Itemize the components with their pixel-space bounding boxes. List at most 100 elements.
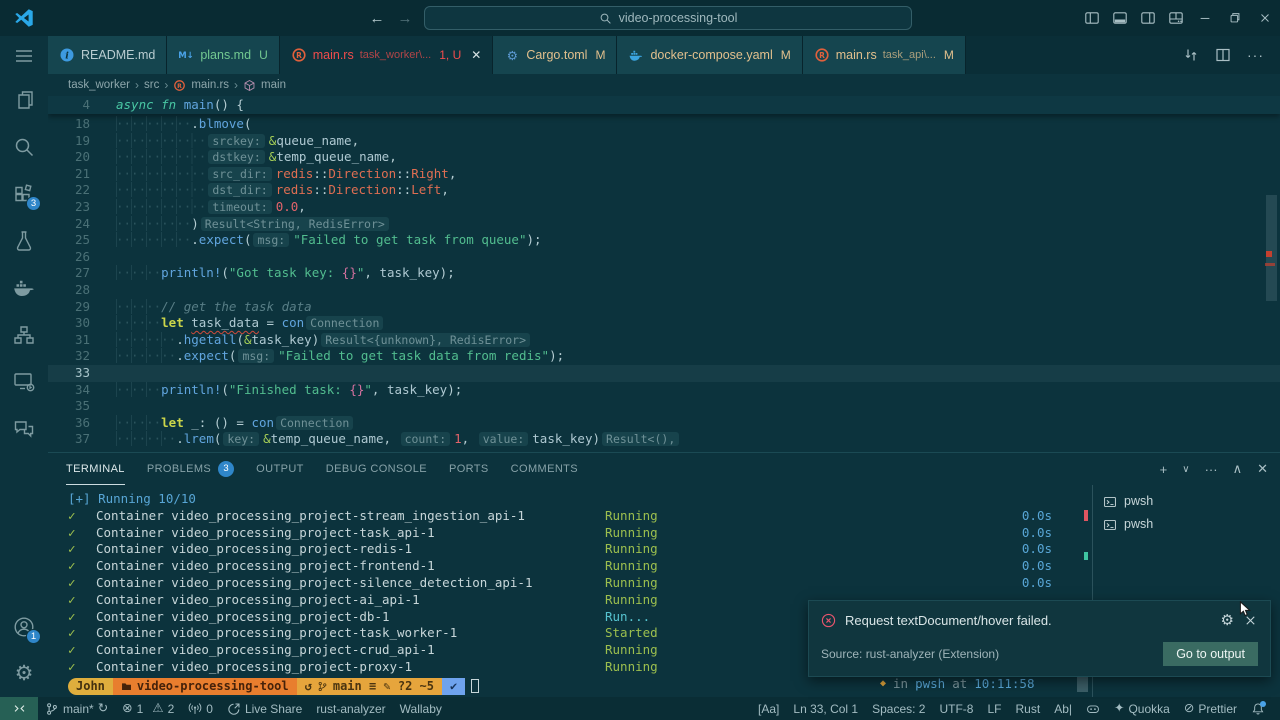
code-token: : () =	[198, 414, 252, 430]
statusbar-indentation[interactable]: Spaces: 2	[865, 697, 932, 720]
panel-more-icon[interactable]: ···	[1205, 462, 1218, 477]
line-content: ··········) Result<String, RedisError>	[104, 215, 393, 233]
toggle-secondary-sidebar-icon[interactable]	[1134, 0, 1162, 36]
activity-menu[interactable]	[0, 36, 48, 76]
notification-settings-gear-icon[interactable]: ⚙	[1221, 611, 1234, 629]
activity-search-act[interactable]	[0, 123, 48, 170]
minimize-button[interactable]	[1190, 0, 1220, 36]
activity-files[interactable]	[0, 76, 48, 123]
customize-layout-icon[interactable]	[1162, 0, 1190, 36]
activity-hierarchy[interactable]	[0, 311, 48, 358]
statusbar-problems[interactable]: ⊗ 1 ⚠ 2	[115, 697, 181, 720]
panel-close-icon[interactable]: ✕	[1257, 461, 1268, 477]
terminal-dropdown-icon[interactable]: ∨	[1182, 464, 1189, 475]
code-line-35: 35	[48, 398, 1280, 415]
breadcrumb-item-main.rs[interactable]: main.rs	[191, 79, 229, 91]
more-actions-icon[interactable]: ···	[1247, 47, 1264, 63]
container-name: Container video_processing_project-crud_…	[96, 642, 435, 658]
statusbar-rust-analyzer[interactable]: rust-analyzer	[309, 697, 392, 720]
open-changes-icon[interactable]	[1183, 47, 1199, 63]
panel-tab-problems[interactable]: PROBLEMS 3	[147, 453, 235, 485]
code-token: println!	[161, 265, 222, 281]
activity-docker[interactable]	[0, 264, 48, 311]
activity-flask[interactable]	[0, 217, 48, 264]
statusbar-encoding[interactable]: UTF-8	[932, 697, 980, 720]
breadcrumb-item-main[interactable]: main	[261, 79, 286, 91]
activity-comments[interactable]	[0, 405, 48, 452]
new-terminal-icon[interactable]: +	[1160, 462, 1168, 477]
statusbar-eol[interactable]: LF	[980, 697, 1008, 720]
line-number: 4	[82, 96, 90, 112]
inlay-hint: Connection	[276, 415, 354, 430]
toggle-sidebar-icon[interactable]	[1078, 0, 1106, 36]
statusbar-live-share[interactable]: Live Share	[220, 697, 309, 720]
breadcrumb-item-src[interactable]: src	[144, 79, 159, 91]
code-line-32: 32 ········.expect(msg: "Failed to get tas…	[48, 348, 1280, 365]
statusbar-word-wrap[interactable]: Ab|	[1047, 697, 1079, 720]
code-token: .	[176, 331, 184, 347]
terminal-container-row: ✓ Container video_processing_project-fron…	[68, 558, 1092, 575]
toggle-panel-icon[interactable]	[1106, 0, 1134, 36]
panel-tab-output[interactable]: OUTPUT	[256, 453, 304, 485]
activity-remote-explorer[interactable]	[0, 358, 48, 405]
statusbar-notifications-bell[interactable]	[1244, 697, 1272, 720]
statusbar-wallaby[interactable]: Wallaby	[393, 697, 449, 720]
line-number: 33	[74, 364, 90, 380]
split-editor-icon[interactable]	[1215, 47, 1231, 63]
editor-scrollbar[interactable]	[1266, 195, 1277, 301]
statusbar-case-preserve[interactable]: [Aa]	[751, 697, 786, 720]
code-token: blmove	[198, 116, 244, 131]
code-editor[interactable]: 4 async fn main() { 18 ··········.blmove(1…	[48, 96, 1280, 452]
tab-plans.md[interactable]: M↓ plans.md U	[167, 36, 280, 74]
rust-icon: R	[291, 47, 307, 63]
command-center-search[interactable]: video-processing-tool	[424, 6, 912, 30]
line-number: 19	[74, 132, 90, 148]
breadcrumb-item-task_worker[interactable]: task_worker	[68, 79, 130, 91]
statusbar-copilot[interactable]	[1079, 697, 1107, 720]
panel-maximize-icon[interactable]: ∧	[1233, 461, 1243, 477]
activity-extensions[interactable]: 3	[0, 170, 48, 217]
statusbar-language-mode[interactable]: Rust	[1009, 697, 1048, 720]
code-line-20: 20 ············ dstkey: &temp_queue_name,	[48, 149, 1280, 166]
sticky-scroll-line[interactable]: 4 async fn main() {	[48, 96, 1280, 114]
statusbar-prettier[interactable]: ⊘ Prettier	[1177, 697, 1244, 720]
statusbar-cursor-position[interactable]: Ln 33, Col 1	[786, 697, 865, 720]
panel-tab-debug-console[interactable]: DEBUG CONSOLE	[326, 453, 427, 485]
tab-main.rs[interactable]: Rmain.rs task_worker\... 1, U ✕	[279, 36, 494, 74]
panel-tab-comments[interactable]: COMMENTS	[511, 453, 578, 485]
code-line-22: 22 ············ dst_dir: redis::Direction::…	[48, 182, 1280, 199]
statusbar-branch[interactable]: main* ↻	[38, 697, 115, 720]
statusbar-ports[interactable]: 0	[181, 697, 220, 720]
terminal-header-line: [+] Running 10/10	[68, 491, 196, 506]
svg-text:R: R	[296, 51, 302, 60]
activity-gear[interactable]: ⚙	[0, 650, 48, 697]
activity-account[interactable]: 1	[0, 603, 48, 650]
tab-main.rs[interactable]: Rmain.rs task_api\... M	[802, 36, 966, 74]
statusbar-quokka[interactable]: ✦ Quokka	[1107, 697, 1177, 720]
terminal-session-pwsh[interactable]: pwsh	[1099, 513, 1280, 536]
tab-Cargo.toml[interactable]: ⚙ Cargo.toml M	[493, 36, 618, 74]
panel-tab-ports[interactable]: PORTS	[449, 453, 489, 485]
terminal-session-pwsh[interactable]: pwsh	[1099, 490, 1280, 513]
statusbar-label: main*	[63, 701, 94, 716]
editor-tab-bar: i README.md M↓ plans.md U Rmain.rs task_worker…	[48, 36, 1280, 74]
close-window-button[interactable]	[1250, 0, 1280, 36]
panel-tab-terminal[interactable]: TERMINAL	[66, 453, 125, 485]
tab-docker-compose.yaml[interactable]: docker-compose.yaml M	[617, 36, 803, 74]
terminal-scrollbar[interactable]	[1077, 677, 1088, 692]
back-arrow-icon[interactable]: ←	[368, 10, 386, 27]
svg-text:M↓: M↓	[179, 51, 195, 61]
restore-button[interactable]	[1220, 0, 1250, 36]
inlay-hint: Result<{unknown}, RedisError>	[321, 332, 531, 347]
tab-close-icon[interactable]: ✕	[471, 48, 481, 62]
terminal-icon	[1103, 495, 1117, 509]
terminal-decoration-error	[1084, 510, 1088, 521]
code-token: (	[243, 232, 252, 248]
line-number: 28	[74, 281, 90, 297]
forward-arrow-icon[interactable]: →	[396, 10, 414, 27]
tab-README.md[interactable]: i README.md	[48, 36, 168, 74]
code-token: // get the task data	[161, 298, 312, 314]
whitespace-dots: ··········	[116, 215, 192, 231]
go-to-output-button[interactable]: Go to output	[1163, 642, 1258, 666]
remote-indicator[interactable]	[0, 697, 38, 720]
